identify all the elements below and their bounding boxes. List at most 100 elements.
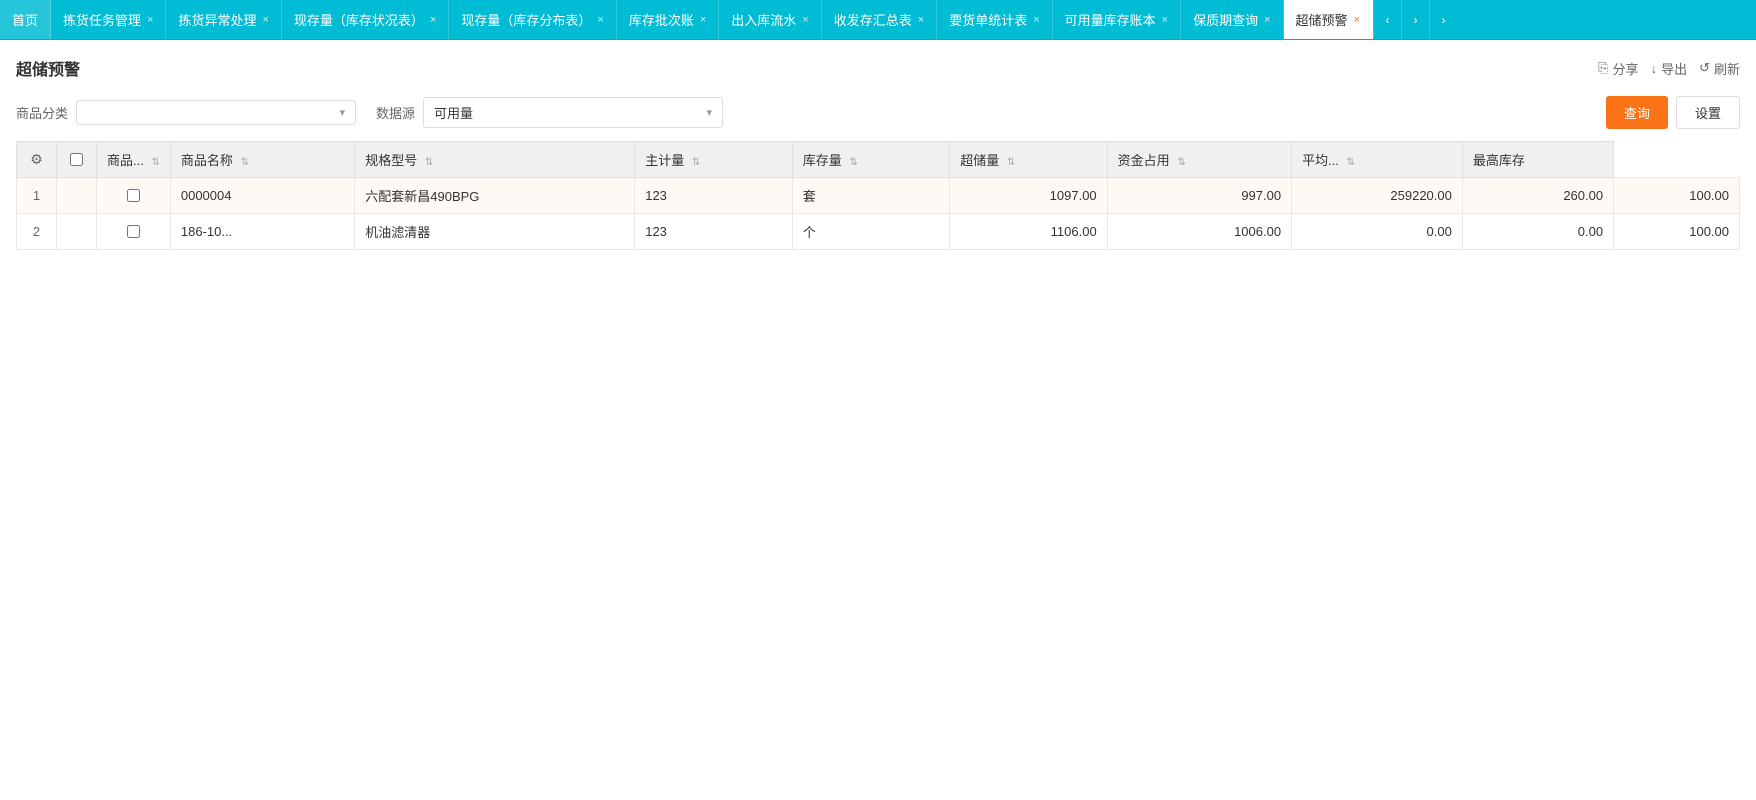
nav-close-stock-batch[interactable]: × xyxy=(700,14,706,26)
col-header-product-code: 商品... ⇅ xyxy=(97,142,171,178)
row-stock-qty: 1097.00 xyxy=(950,178,1107,214)
col-header-overstock-qty: 超储量 ⇅ xyxy=(950,142,1107,178)
share-icon: ⎘ xyxy=(1598,60,1608,76)
col-header-stock-qty: 库存量 ⇅ xyxy=(792,142,949,178)
row-capital-usage: 259220.00 xyxy=(1292,178,1463,214)
row-checkbox-1[interactable] xyxy=(127,225,140,238)
nav-close-order-stats[interactable]: × xyxy=(1033,14,1039,26)
nav-close-overstock-alert[interactable]: × xyxy=(1354,14,1360,26)
row-avg: 0.00 xyxy=(1462,214,1613,250)
row-product-code: 186-10... xyxy=(170,214,354,250)
export-icon: ↓ xyxy=(1651,61,1658,76)
sort-icon-product-code[interactable]: ⇅ xyxy=(151,157,159,168)
nav-inout-flow[interactable]: 出入库流水 × xyxy=(719,0,821,39)
row-gear-cell xyxy=(57,214,97,250)
header-actions: ⎘ 分享 ↓ 导出 ↺ 刷新 xyxy=(1598,59,1740,78)
row-unit: 套 xyxy=(792,178,949,214)
row-overstock-qty: 997.00 xyxy=(1107,178,1291,214)
share-button[interactable]: ⎘ 分享 xyxy=(1598,59,1638,78)
row-unit: 个 xyxy=(792,214,949,250)
row-avg: 260.00 xyxy=(1462,178,1613,214)
nav-quality-check[interactable]: 保质期查询 × xyxy=(1181,0,1283,39)
sort-icon-unit[interactable]: ⇅ xyxy=(692,157,700,168)
col-header-checkbox xyxy=(57,142,97,178)
sort-icon-stock-qty[interactable]: ⇅ xyxy=(849,157,857,168)
row-stock-qty: 1106.00 xyxy=(950,214,1107,250)
row-index: 2 xyxy=(17,214,57,250)
nav-arrow-right[interactable]: › xyxy=(1401,0,1429,39)
top-navigation: 首页 拣货任务管理 × 拣货异常处理 × 现存量（库存状况表） × 现存量（库存… xyxy=(0,0,1756,40)
table-row: 2 186-10... 机油滤清器 123 个 1106.00 1006.00 … xyxy=(17,214,1740,250)
nav-close-task-mgmt[interactable]: × xyxy=(147,14,153,26)
row-index: 1 xyxy=(17,178,57,214)
nav-stock-dist[interactable]: 现存量（库存分布表） × xyxy=(449,0,616,39)
gear-settings-button[interactable]: ⚙ xyxy=(30,151,43,168)
query-button[interactable]: 查询 xyxy=(1606,96,1668,129)
sort-icon-product-name[interactable]: ⇅ xyxy=(241,157,249,168)
nav-order-stats[interactable]: 要货单统计表 × xyxy=(937,0,1052,39)
table-body: 1 0000004 六配套新昌490BPG 123 套 1097.00 997.… xyxy=(17,178,1740,250)
category-filter: 商品分类 ▾ xyxy=(16,100,356,125)
row-overstock-qty: 1006.00 xyxy=(1107,214,1291,250)
nav-task-mgmt[interactable]: 拣货任务管理 × xyxy=(51,0,166,39)
nav-overstock-alert[interactable]: 超储预警 × xyxy=(1284,0,1373,39)
col-header-product-name: 商品名称 ⇅ xyxy=(170,142,354,178)
sort-icon-overstock-qty[interactable]: ⇅ xyxy=(1007,157,1015,168)
data-table: ⚙ 商品... ⇅ 商品名称 ⇅ 规格型号 ⇅ xyxy=(16,141,1740,250)
filter-actions: 查询 设置 xyxy=(1606,96,1740,129)
row-checkbox-cell xyxy=(97,214,171,250)
row-checkbox-cell xyxy=(97,178,171,214)
datasource-label: 数据源 xyxy=(376,103,415,122)
row-gear-cell xyxy=(57,178,97,214)
col-header-max-stock: 最高库存 xyxy=(1462,142,1613,178)
nav-arrow-left[interactable]: ‹ xyxy=(1373,0,1401,39)
datasource-select[interactable]: 可用量 ▾ xyxy=(423,97,723,128)
refresh-button[interactable]: ↺ 刷新 xyxy=(1699,59,1740,78)
sort-icon-capital-usage[interactable]: ⇅ xyxy=(1177,157,1185,168)
nav-close-available-stock[interactable]: × xyxy=(1162,14,1168,26)
row-capital-usage: 0.00 xyxy=(1292,214,1463,250)
row-max-stock: 100.00 xyxy=(1614,214,1740,250)
category-label: 商品分类 xyxy=(16,103,68,122)
datasource-chevron-icon: ▾ xyxy=(707,106,713,119)
filter-row: 商品分类 ▾ 数据源 可用量 ▾ 查询 设置 xyxy=(16,96,1740,129)
category-select[interactable]: ▾ xyxy=(76,100,356,125)
row-product-code: 0000004 xyxy=(170,178,354,214)
datasource-filter: 数据源 可用量 ▾ xyxy=(376,97,723,128)
col-header-unit: 主计量 ⇅ xyxy=(635,142,792,178)
row-checkbox-0[interactable] xyxy=(127,189,140,202)
export-button[interactable]: ↓ 导出 xyxy=(1651,59,1688,78)
row-product-name: 机油滤清器 xyxy=(355,214,635,250)
col-header-capital-usage: 资金占用 ⇅ xyxy=(1107,142,1291,178)
col-header-gear: ⚙ xyxy=(17,142,57,178)
nav-close-abnormal[interactable]: × xyxy=(262,14,268,26)
table-header-row: ⚙ 商品... ⇅ 商品名称 ⇅ 规格型号 ⇅ xyxy=(17,142,1740,178)
page-title: 超储预警 xyxy=(16,56,80,80)
category-chevron-icon: ▾ xyxy=(339,106,345,119)
nav-home[interactable]: 首页 xyxy=(0,0,51,39)
nav-close-stock-status[interactable]: × xyxy=(430,14,436,26)
nav-close-inout-flow[interactable]: × xyxy=(802,14,808,26)
table-row: 1 0000004 六配套新昌490BPG 123 套 1097.00 997.… xyxy=(17,178,1740,214)
page-container: 超储预警 ⎘ 分享 ↓ 导出 ↺ 刷新 商品分类 ▾ 数据源 xyxy=(0,40,1756,800)
col-header-avg: 平均... ⇅ xyxy=(1292,142,1463,178)
col-header-spec: 规格型号 ⇅ xyxy=(355,142,635,178)
nav-arrow-more[interactable]: › xyxy=(1429,0,1457,39)
nav-collect-summary[interactable]: 收发存汇总表 × xyxy=(822,0,937,39)
nav-stock-batch[interactable]: 库存批次账 × xyxy=(617,0,719,39)
settings-button[interactable]: 设置 xyxy=(1676,96,1740,129)
nav-available-stock[interactable]: 可用量库存账本 × xyxy=(1053,0,1181,39)
sort-icon-spec[interactable]: ⇅ xyxy=(425,157,433,168)
page-header: 超储预警 ⎘ 分享 ↓ 导出 ↺ 刷新 xyxy=(16,56,1740,80)
datasource-select-value: 可用量 xyxy=(434,103,473,122)
select-all-checkbox[interactable] xyxy=(70,153,83,166)
nav-close-quality-check[interactable]: × xyxy=(1264,14,1270,26)
nav-close-collect-summary[interactable]: × xyxy=(918,14,924,26)
sort-icon-avg[interactable]: ⇅ xyxy=(1347,157,1355,168)
refresh-icon: ↺ xyxy=(1699,60,1710,76)
nav-close-stock-dist[interactable]: × xyxy=(597,14,603,26)
nav-abnormal[interactable]: 拣货异常处理 × xyxy=(166,0,281,39)
nav-stock-status[interactable]: 现存量（库存状况表） × xyxy=(282,0,449,39)
row-spec: 123 xyxy=(635,214,792,250)
row-spec: 123 xyxy=(635,178,792,214)
